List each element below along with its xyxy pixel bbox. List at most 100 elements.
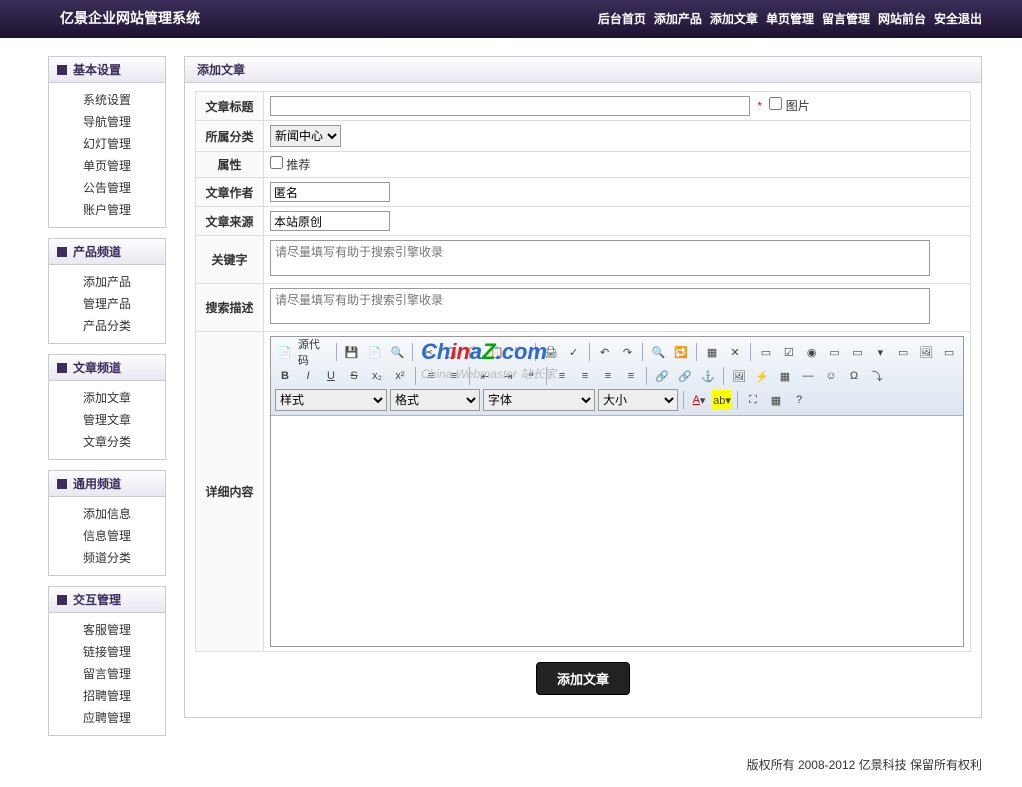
copy-icon[interactable]: 📋 <box>441 342 461 362</box>
recommend-checkbox[interactable] <box>270 156 283 169</box>
numlist-icon[interactable]: ≡ <box>421 366 441 386</box>
alignjustify-icon[interactable]: ≡ <box>621 366 641 386</box>
form-icon[interactable]: ▭ <box>756 342 776 362</box>
indent-icon[interactable]: ⇥ <box>498 366 518 386</box>
hidden-icon[interactable]: ▭ <box>939 342 959 362</box>
anchor-icon[interactable]: ⚓ <box>698 366 718 386</box>
font-select[interactable]: 字体 <box>483 389 595 411</box>
bold-icon[interactable]: B <box>275 366 295 386</box>
sidebar-item[interactable]: 招聘管理 <box>49 685 165 707</box>
category-select[interactable]: 新闻中心 <box>270 125 341 147</box>
format-select[interactable]: 格式 <box>390 389 480 411</box>
pagebreak-icon[interactable]: ⤵ <box>867 366 887 386</box>
sidebar-item[interactable]: 公告管理 <box>49 177 165 199</box>
sidebar-item[interactable]: 添加信息 <box>49 503 165 525</box>
editor-body[interactable] <box>271 416 963 646</box>
sidebar-item[interactable]: 文章分类 <box>49 431 165 453</box>
save-icon[interactable]: 💾 <box>342 342 362 362</box>
sidebar-item[interactable]: 导航管理 <box>49 111 165 133</box>
specialchar-icon[interactable]: Ω <box>844 366 864 386</box>
image-button-icon[interactable]: 🖼 <box>916 342 936 362</box>
find-icon[interactable]: 🔍 <box>648 342 668 362</box>
about-icon[interactable]: ? <box>789 390 809 410</box>
sidebar-item[interactable]: 账户管理 <box>49 199 165 221</box>
bullist-icon[interactable]: ≡ <box>444 366 464 386</box>
spellcheck-icon[interactable]: ✓ <box>564 342 584 362</box>
paste-word-icon[interactable]: 📋 <box>510 342 530 362</box>
print-icon[interactable]: 🖨 <box>541 342 561 362</box>
showblocks-icon[interactable]: ▦ <box>766 390 786 410</box>
nav-messages[interactable]: 留言管理 <box>822 10 870 27</box>
title-input[interactable] <box>270 96 750 116</box>
alignleft-icon[interactable]: ≡ <box>552 366 572 386</box>
emoji-icon[interactable]: ☺ <box>821 366 841 386</box>
unlink-icon[interactable]: 🔗 <box>675 366 695 386</box>
blockquote-icon[interactable]: ❝ <box>521 366 541 386</box>
sidebar-item[interactable]: 频道分类 <box>49 547 165 569</box>
select-icon[interactable]: ▾ <box>870 342 890 362</box>
underline-icon[interactable]: U <box>321 366 341 386</box>
keywords-textarea[interactable] <box>270 240 930 276</box>
aligncenter-icon[interactable]: ≡ <box>575 366 595 386</box>
checkbox-icon[interactable]: ☑ <box>779 342 799 362</box>
table-icon[interactable]: ▦ <box>775 366 795 386</box>
sidebar-item[interactable]: 应聘管理 <box>49 707 165 729</box>
sidebar-item[interactable]: 信息管理 <box>49 525 165 547</box>
paste-text-icon[interactable]: 📋 <box>487 342 507 362</box>
italic-icon[interactable]: I <box>298 366 318 386</box>
superscript-icon[interactable]: x² <box>390 366 410 386</box>
link-icon[interactable]: 🔗 <box>652 366 672 386</box>
hr-icon[interactable]: — <box>798 366 818 386</box>
desc-textarea[interactable] <box>270 288 930 324</box>
nav-logout[interactable]: 安全退出 <box>934 10 982 27</box>
sidebar-item[interactable]: 链接管理 <box>49 641 165 663</box>
new-icon[interactable]: 📄 <box>365 342 385 362</box>
cut-icon[interactable]: ✂ <box>418 342 438 362</box>
maximize-icon[interactable]: ⛶ <box>743 390 763 410</box>
outdent-icon[interactable]: ⇤ <box>475 366 495 386</box>
strike-icon[interactable]: S <box>344 366 364 386</box>
size-select[interactable]: 大小 <box>598 389 678 411</box>
selectall-icon[interactable]: ▦ <box>702 342 722 362</box>
sidebar-item[interactable]: 幻灯管理 <box>49 133 165 155</box>
textarea-icon[interactable]: ▭ <box>848 342 868 362</box>
textfield-icon[interactable]: ▭ <box>825 342 845 362</box>
removefmt-icon[interactable]: ✕ <box>725 342 745 362</box>
source-input[interactable] <box>270 211 390 231</box>
textcolor-icon[interactable]: A▾ <box>689 390 709 410</box>
sidebar-item[interactable]: 管理产品 <box>49 293 165 315</box>
image-label: 图片 <box>786 99 810 113</box>
replace-icon[interactable]: 🔁 <box>671 342 691 362</box>
image-icon[interactable]: 🖼 <box>729 366 749 386</box>
undo-icon[interactable]: ↶ <box>595 342 615 362</box>
flash-icon[interactable]: ⚡ <box>752 366 772 386</box>
source-button[interactable]: 📄 <box>275 342 295 362</box>
sidebar-item[interactable]: 产品分类 <box>49 315 165 337</box>
redo-icon[interactable]: ↷ <box>618 342 638 362</box>
bgcolor-icon[interactable]: ab▾ <box>712 390 732 410</box>
button-icon[interactable]: ▭ <box>893 342 913 362</box>
image-checkbox[interactable] <box>769 97 782 110</box>
nav-frontend[interactable]: 网站前台 <box>878 10 926 27</box>
sidebar-group-article: 文章频道 添加文章 管理文章 文章分类 <box>48 354 166 460</box>
nav-home[interactable]: 后台首页 <box>598 10 646 27</box>
sidebar-item[interactable]: 添加文章 <box>49 387 165 409</box>
nav-add-article[interactable]: 添加文章 <box>710 10 758 27</box>
source-label[interactable]: 源代码 <box>298 336 331 368</box>
radio-icon[interactable]: ◉ <box>802 342 822 362</box>
sidebar-item[interactable]: 客服管理 <box>49 619 165 641</box>
author-input[interactable] <box>270 182 390 202</box>
preview-icon[interactable]: 🔍 <box>387 342 407 362</box>
subscript-icon[interactable]: x₂ <box>367 366 387 386</box>
sidebar-item[interactable]: 单页管理 <box>49 155 165 177</box>
paste-icon[interactable]: 📋 <box>464 342 484 362</box>
sidebar-item[interactable]: 留言管理 <box>49 663 165 685</box>
sidebar-item[interactable]: 系统设置 <box>49 89 165 111</box>
alignright-icon[interactable]: ≡ <box>598 366 618 386</box>
submit-button[interactable]: 添加文章 <box>536 662 630 695</box>
sidebar-item[interactable]: 管理文章 <box>49 409 165 431</box>
sidebar-item[interactable]: 添加产品 <box>49 271 165 293</box>
nav-add-product[interactable]: 添加产品 <box>654 10 702 27</box>
style-select[interactable]: 样式 <box>275 389 387 411</box>
nav-single-page[interactable]: 单页管理 <box>766 10 814 27</box>
